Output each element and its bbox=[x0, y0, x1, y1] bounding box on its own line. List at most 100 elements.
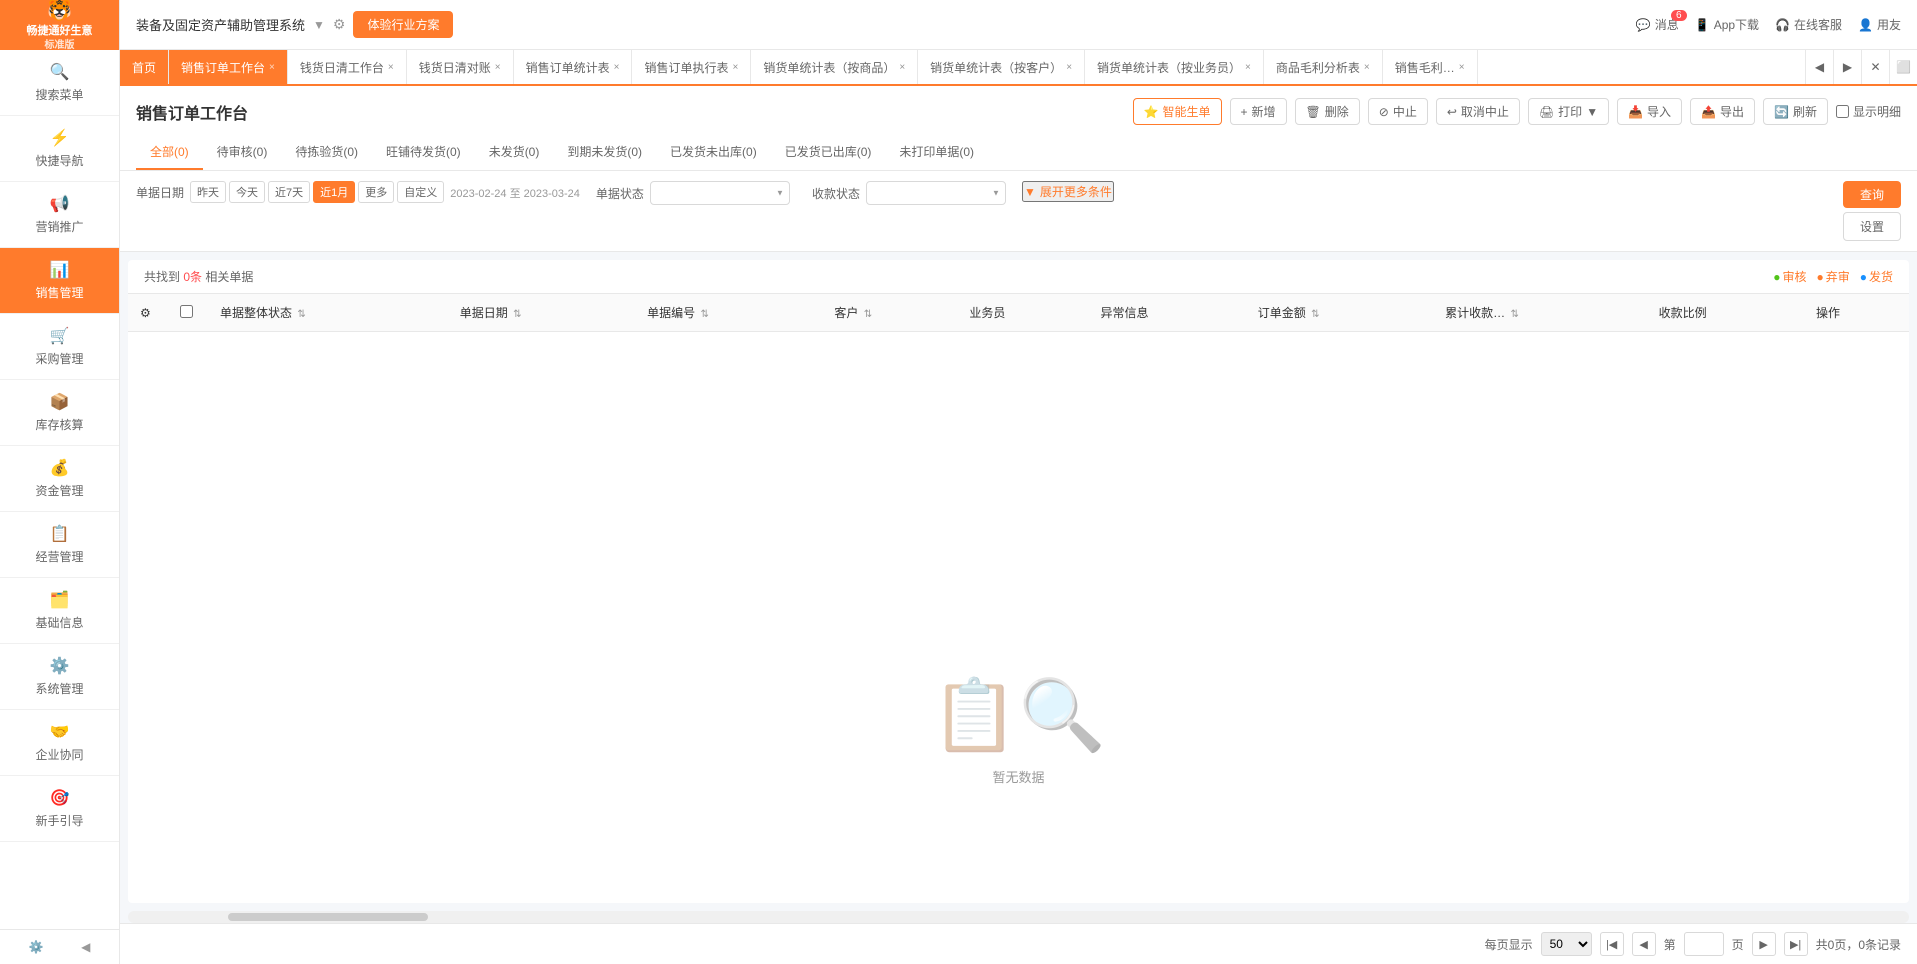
sidebar-item-7[interactable]: 📋经营管理 bbox=[0, 512, 119, 578]
tab-3[interactable]: 钱货日清对账× bbox=[407, 50, 514, 85]
tab-prev-arrow[interactable]: ◀ bbox=[1805, 50, 1833, 85]
show-detail-checkbox[interactable]: 显示明细 bbox=[1836, 103, 1901, 120]
subtab-2[interactable]: 待拣验货(0) bbox=[281, 135, 372, 170]
tab-close-3[interactable]: × bbox=[495, 62, 501, 73]
scroll-thumb[interactable] bbox=[228, 913, 428, 921]
online-service-item[interactable]: 🎧 在线客服 bbox=[1775, 16, 1842, 33]
tab-close-6[interactable]: × bbox=[899, 62, 905, 73]
subtab-8[interactable]: 未打印单据(0) bbox=[885, 135, 988, 170]
tab-10[interactable]: 销售毛利… × bbox=[1383, 50, 1478, 85]
sidebar-item-9[interactable]: ⚙️系统管理 bbox=[0, 644, 119, 710]
show-detail-input[interactable] bbox=[1836, 105, 1849, 118]
tab-close-all[interactable]: ✕ bbox=[1861, 50, 1889, 85]
horizontal-scrollbar[interactable] bbox=[128, 911, 1909, 923]
cancel-suspend-button[interactable]: ↩ 取消中止 bbox=[1436, 98, 1520, 125]
subtab-1[interactable]: 待审核(0) bbox=[203, 135, 282, 170]
tab-1[interactable]: 销售订单工作台× bbox=[169, 50, 288, 85]
date-btn-近7天[interactable]: 近7天 bbox=[268, 181, 310, 203]
sort-icon-collected[interactable]: ⇅ bbox=[1510, 309, 1518, 320]
select-all-checkbox[interactable] bbox=[180, 305, 193, 318]
sidebar-item-1[interactable]: ⚡快捷导航 bbox=[0, 116, 119, 182]
sidebar-item-11[interactable]: 🎯新手引导 bbox=[0, 776, 119, 842]
tab-0[interactable]: 首页 bbox=[120, 50, 169, 85]
date-btn-昨天[interactable]: 昨天 bbox=[190, 181, 226, 203]
refresh-button[interactable]: 🔄 刷新 bbox=[1763, 98, 1828, 125]
next-page-btn[interactable]: ▶ bbox=[1752, 932, 1776, 956]
first-page-btn[interactable]: |◀ bbox=[1600, 932, 1624, 956]
collapse-icon[interactable]: ◀ bbox=[81, 940, 90, 954]
sidebar-item-5[interactable]: 📦库存核算 bbox=[0, 380, 119, 446]
tab-next-arrow[interactable]: ▶ bbox=[1833, 50, 1861, 85]
settings-icon[interactable]: ⚙ bbox=[333, 16, 346, 33]
status-select[interactable] bbox=[650, 181, 790, 205]
sort-icon-amount[interactable]: ⇅ bbox=[1311, 309, 1319, 320]
sort-icon-date[interactable]: ⇅ bbox=[513, 309, 521, 320]
approve-action[interactable]: ● 审核 bbox=[1773, 268, 1806, 285]
last-page-btn[interactable]: ▶| bbox=[1784, 932, 1808, 956]
sidebar-item-4[interactable]: 🛒采购管理 bbox=[0, 314, 119, 380]
prev-page-btn[interactable]: ◀ bbox=[1632, 932, 1656, 956]
tab-7[interactable]: 销货单统计表（按客户）× bbox=[918, 50, 1085, 85]
per-page-select[interactable]: 102050100 bbox=[1541, 932, 1592, 956]
payment-select[interactable] bbox=[866, 181, 1006, 205]
app-download-item[interactable]: 📱 App下载 bbox=[1695, 16, 1759, 33]
subtab-6[interactable]: 已发货未出库(0) bbox=[656, 135, 771, 170]
export-button[interactable]: 📤 导出 bbox=[1690, 98, 1755, 125]
th-date: 单据日期 ⇅ bbox=[448, 294, 635, 332]
tab-close-5[interactable]: × bbox=[732, 62, 738, 73]
ship-action[interactable]: ● 发货 bbox=[1860, 268, 1893, 285]
tab-9[interactable]: 商品毛利分析表× bbox=[1264, 50, 1383, 85]
cancel-approve-action[interactable]: ● 弃审 bbox=[1816, 268, 1849, 285]
sidebar-item-8[interactable]: 🗂️基础信息 bbox=[0, 578, 119, 644]
sort-icon-number[interactable]: ⇅ bbox=[700, 309, 708, 320]
setting-button[interactable]: 设置 bbox=[1843, 212, 1901, 241]
date-btn-更多[interactable]: 更多 bbox=[358, 181, 394, 203]
tab-close-9[interactable]: × bbox=[1364, 62, 1370, 73]
subtab-7[interactable]: 已发货已出库(0) bbox=[771, 135, 886, 170]
subtab-0[interactable]: 全部(0) bbox=[136, 135, 203, 170]
sidebar-item-2[interactable]: 📢营销推广 bbox=[0, 182, 119, 248]
user-item[interactable]: 👤 用友 bbox=[1858, 16, 1901, 33]
tab-close-7[interactable]: × bbox=[1066, 62, 1072, 73]
sidebar-item-0[interactable]: 🔍搜索菜单 bbox=[0, 50, 119, 116]
subtab-4[interactable]: 未发货(0) bbox=[475, 135, 554, 170]
tab-close-8[interactable]: × bbox=[1245, 62, 1251, 73]
smart-generate-button[interactable]: ⭐ 智能生单 bbox=[1133, 98, 1222, 125]
th-settings[interactable]: ⚙ bbox=[128, 294, 168, 332]
sort-icon-status[interactable]: ⇅ bbox=[297, 309, 305, 320]
th-checkbox[interactable] bbox=[168, 294, 208, 332]
table-scroll-container[interactable]: ⚙ 单据整体状态 ⇅ 单据日期 ⇅ 单据编号 ⇅ 客户 ⇅ 业务员 异常信息 订… bbox=[128, 294, 1909, 559]
tab-close-1[interactable]: × bbox=[269, 62, 275, 73]
sidebar-item-10[interactable]: 🤝企业协同 bbox=[0, 710, 119, 776]
sort-icon-customer[interactable]: ⇅ bbox=[864, 309, 872, 320]
tab-close-2[interactable]: × bbox=[388, 62, 394, 73]
sidebar-item-3[interactable]: 📊销售管理 bbox=[0, 248, 119, 314]
tab-5[interactable]: 销售订单执行表× bbox=[632, 50, 751, 85]
tab-close-4[interactable]: × bbox=[614, 62, 620, 73]
date-btn-今天[interactable]: 今天 bbox=[229, 181, 265, 203]
expand-filter-button[interactable]: ▼ 展开更多条件 bbox=[1022, 181, 1114, 202]
message-icon-item[interactable]: 💬 消息 6 bbox=[1636, 16, 1679, 33]
dropdown-arrow[interactable]: ▼ bbox=[313, 18, 325, 32]
tab-4[interactable]: 销售订单统计表× bbox=[514, 50, 633, 85]
tab-8[interactable]: 销货单统计表（按业务员）× bbox=[1085, 50, 1264, 85]
solution-button[interactable]: 体验行业方案 bbox=[353, 11, 453, 38]
date-btn-自定义[interactable]: 自定义 bbox=[397, 181, 444, 203]
sidebar-item-6[interactable]: 💰资金管理 bbox=[0, 446, 119, 512]
settings-icon[interactable]: ⚙️ bbox=[29, 940, 44, 954]
import-button[interactable]: 📥 导入 bbox=[1617, 98, 1682, 125]
tab-6[interactable]: 销货单统计表（按商品）× bbox=[751, 50, 918, 85]
date-btn-近1月[interactable]: 近1月 bbox=[313, 181, 355, 203]
subtab-5[interactable]: 到期未发货(0) bbox=[553, 135, 656, 170]
delete-button[interactable]: 🗑 删除 bbox=[1295, 98, 1360, 125]
tab-2[interactable]: 钱货日清工作台× bbox=[288, 50, 407, 85]
subtab-3[interactable]: 旺铺待发货(0) bbox=[372, 135, 475, 170]
suspend-button[interactable]: ⊘ 中止 bbox=[1368, 98, 1428, 125]
query-button[interactable]: 查询 bbox=[1843, 181, 1901, 208]
tab-close-10[interactable]: × bbox=[1459, 62, 1465, 73]
tab-label-10: 销售毛利… bbox=[1395, 59, 1455, 76]
tab-maximize[interactable]: ⬜ bbox=[1889, 50, 1917, 85]
print-button[interactable]: 🖨 打印 ▼ bbox=[1528, 98, 1609, 125]
page-input[interactable]: 1 bbox=[1684, 932, 1724, 956]
add-button[interactable]: + 新增 bbox=[1230, 98, 1287, 125]
